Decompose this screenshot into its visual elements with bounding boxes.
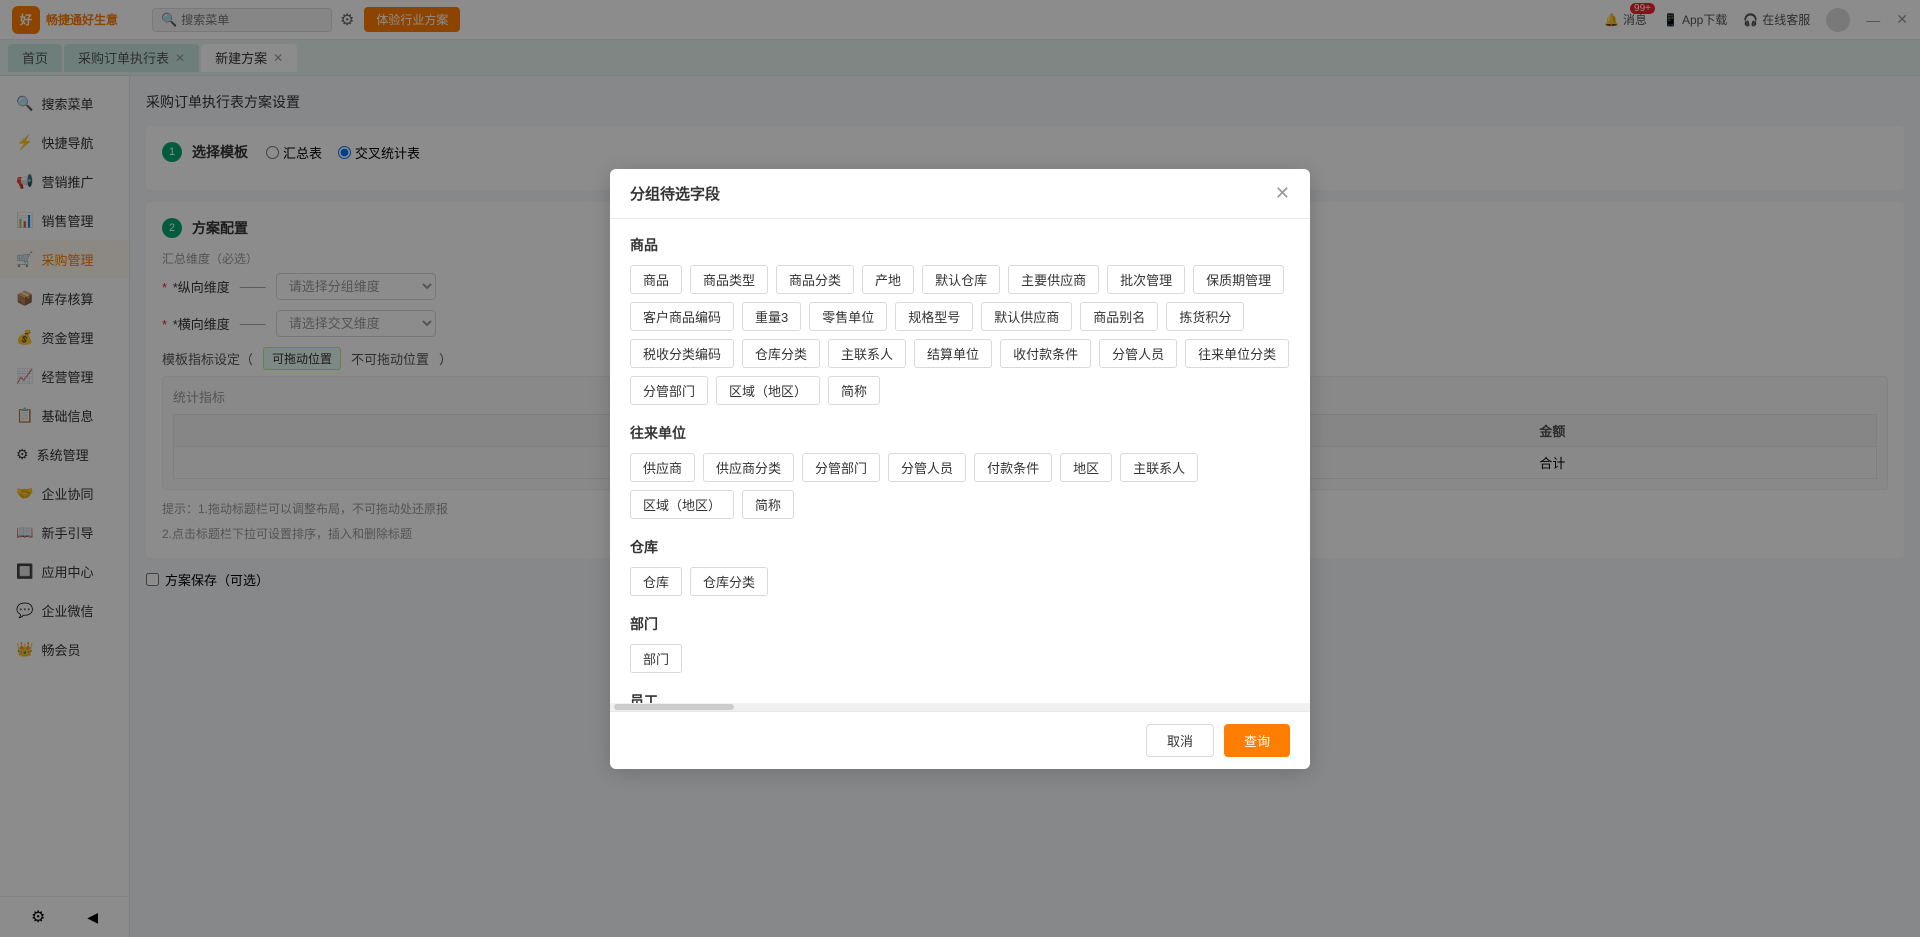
field-tag[interactable]: 分管人员 xyxy=(888,453,966,482)
field-tag[interactable]: 分管部门 xyxy=(802,453,880,482)
confirm-button[interactable]: 查询 xyxy=(1224,724,1290,757)
modal-overlay: 分组待选字段 ✕ 商品 商品 商品类型 商品分类 产地 默认仓库 主要供应商 批… xyxy=(0,0,1920,937)
modal: 分组待选字段 ✕ 商品 商品 商品类型 商品分类 产地 默认仓库 主要供应商 批… xyxy=(610,169,1310,769)
section-title-warehouse: 仓库 xyxy=(630,537,1290,557)
field-tag[interactable]: 区域（地区） xyxy=(716,376,820,405)
field-tag[interactable]: 客户商品编码 xyxy=(630,302,734,331)
section-title-goods: 商品 xyxy=(630,235,1290,255)
field-tag[interactable]: 拣货积分 xyxy=(1166,302,1244,331)
field-tags-partner: 供应商 供应商分类 分管部门 分管人员 付款条件 地区 主联系人 区域（地区） … xyxy=(630,453,1290,519)
field-tag[interactable]: 仓库分类 xyxy=(742,339,820,368)
modal-h-scrollbar-thumb xyxy=(614,704,734,710)
field-section-partner: 往来单位 供应商 供应商分类 分管部门 分管人员 付款条件 地区 主联系人 区域… xyxy=(630,423,1290,519)
field-tag[interactable]: 零售单位 xyxy=(809,302,887,331)
modal-header: 分组待选字段 ✕ xyxy=(610,169,1310,219)
field-tag[interactable]: 地区 xyxy=(1060,453,1112,482)
field-tags-department: 部门 xyxy=(630,644,1290,673)
field-tag[interactable]: 规格型号 xyxy=(895,302,973,331)
field-tag[interactable]: 部门 xyxy=(630,644,682,673)
field-tag[interactable]: 简称 xyxy=(742,490,794,519)
modal-title: 分组待选字段 xyxy=(630,183,720,204)
field-tags-warehouse: 仓库 仓库分类 xyxy=(630,567,1290,596)
field-tag[interactable]: 结算单位 xyxy=(914,339,992,368)
field-tag[interactable]: 仓库 xyxy=(630,567,682,596)
field-tag[interactable]: 分管部门 xyxy=(630,376,708,405)
field-tag[interactable]: 付款条件 xyxy=(974,453,1052,482)
field-tag[interactable]: 区域（地区） xyxy=(630,490,734,519)
field-tag[interactable]: 简称 xyxy=(828,376,880,405)
field-tag[interactable]: 商品分类 xyxy=(776,265,854,294)
field-section-goods: 商品 商品 商品类型 商品分类 产地 默认仓库 主要供应商 批次管理 保质期管理… xyxy=(630,235,1290,405)
field-tag[interactable]: 重量3 xyxy=(742,302,801,331)
field-tag[interactable]: 供应商分类 xyxy=(703,453,794,482)
field-tag[interactable]: 分管人员 xyxy=(1099,339,1177,368)
field-tag[interactable]: 商品类型 xyxy=(690,265,768,294)
field-tag[interactable]: 主联系人 xyxy=(1120,453,1198,482)
field-section-department: 部门 部门 xyxy=(630,614,1290,673)
modal-body[interactable]: 商品 商品 商品类型 商品分类 产地 默认仓库 主要供应商 批次管理 保质期管理… xyxy=(610,219,1310,703)
modal-footer: 取消 查询 xyxy=(610,711,1310,769)
field-section-warehouse: 仓库 仓库 仓库分类 xyxy=(630,537,1290,596)
field-tag[interactable]: 默认仓库 xyxy=(922,265,1000,294)
field-tag[interactable]: 商品 xyxy=(630,265,682,294)
field-tag[interactable]: 保质期管理 xyxy=(1193,265,1284,294)
field-tag[interactable]: 收付款条件 xyxy=(1000,339,1091,368)
field-tag[interactable]: 主要供应商 xyxy=(1008,265,1099,294)
section-title-partner: 往来单位 xyxy=(630,423,1290,443)
field-section-employee: 员工 业务员 xyxy=(630,691,1290,703)
section-title-department: 部门 xyxy=(630,614,1290,634)
modal-close-button[interactable]: ✕ xyxy=(1275,183,1290,204)
field-tag[interactable]: 税收分类编码 xyxy=(630,339,734,368)
field-tag[interactable]: 批次管理 xyxy=(1107,265,1185,294)
modal-h-scrollbar[interactable] xyxy=(610,703,1310,711)
field-tags-goods: 商品 商品类型 商品分类 产地 默认仓库 主要供应商 批次管理 保质期管理 客户… xyxy=(630,265,1290,405)
cancel-button[interactable]: 取消 xyxy=(1146,724,1214,757)
field-tag[interactable]: 往来单位分类 xyxy=(1185,339,1289,368)
field-tag[interactable]: 主联系人 xyxy=(828,339,906,368)
field-tag[interactable]: 供应商 xyxy=(630,453,695,482)
field-tag[interactable]: 仓库分类 xyxy=(690,567,768,596)
section-title-employee: 员工 xyxy=(630,691,1290,703)
field-tag[interactable]: 默认供应商 xyxy=(981,302,1072,331)
field-tag[interactable]: 产地 xyxy=(862,265,914,294)
field-tag[interactable]: 商品别名 xyxy=(1080,302,1158,331)
